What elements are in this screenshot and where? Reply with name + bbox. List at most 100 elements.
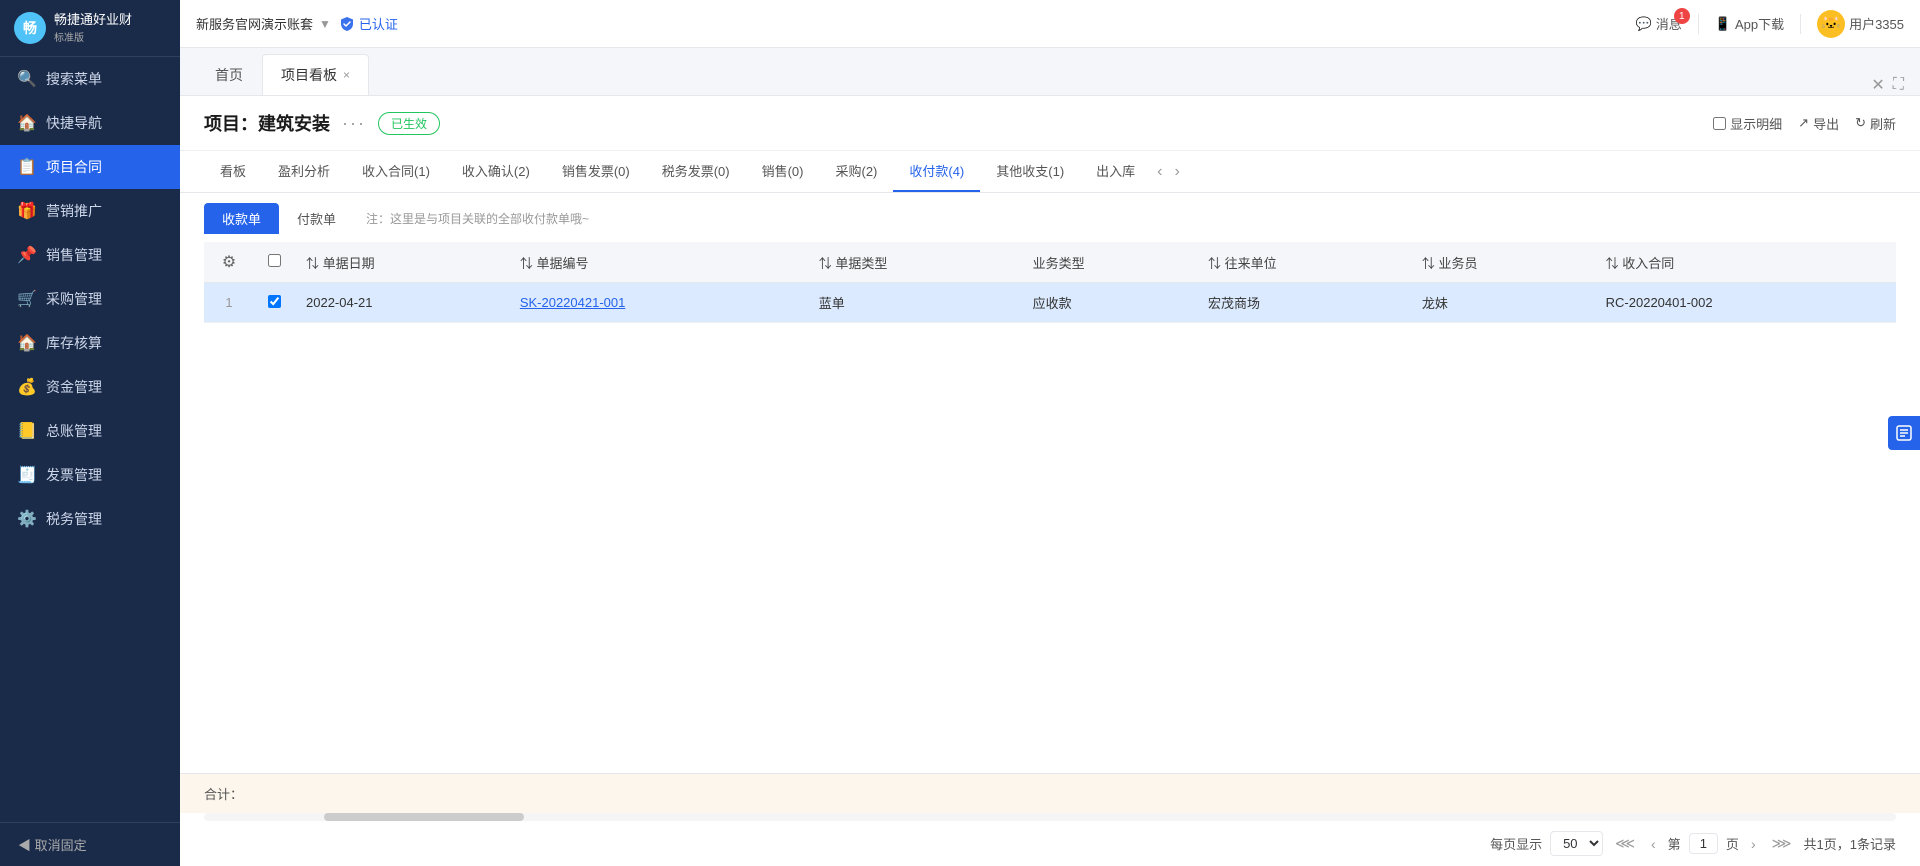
sort-icon3: ⇅ — [819, 256, 836, 271]
messages-button[interactable]: 💬 消息 1 — [1636, 14, 1682, 33]
tab-home[interactable]: 首页 — [196, 54, 262, 95]
sub-tab-pay[interactable]: 付款单 — [279, 203, 354, 234]
th-income-contract[interactable]: ⇅ 收入合同 — [1594, 242, 1896, 283]
th-salesperson[interactable]: ⇅ 业务员 — [1410, 242, 1594, 283]
table-row[interactable]: 1 2022-04-21 SK-20220421-001 蓝单 应收款 宏茂商场… — [204, 283, 1896, 323]
mobile-icon: 📱 — [1715, 16, 1731, 32]
nav-tab-purchase[interactable]: 采购(2) — [819, 151, 893, 192]
tab-actions: ✕ ⛶ — [1871, 75, 1904, 95]
nav-prev-arrow[interactable]: ‹ — [1151, 155, 1168, 189]
nav-tab-inout[interactable]: 出入库 — [1080, 151, 1151, 192]
th-type[interactable]: ⇅ 单据类型 — [807, 242, 1021, 283]
sidebar-item-inventory[interactable]: 🏠 库存核算 — [0, 321, 180, 365]
app-download-button[interactable]: 📱 App下载 — [1715, 14, 1784, 33]
project-header: 项目：建筑安装 ··· 已生效 显示明细 ↗ 导出 ↻ 刷新 — [180, 96, 1920, 151]
unpin-label: ◀ 取消固定 — [18, 835, 87, 854]
sidebar-item-search[interactable]: 🔍 搜索菜单 — [0, 57, 180, 101]
sidebar-item-quick-nav[interactable]: 🏠 快捷导航 — [0, 101, 180, 145]
chevron-down-icon: ▼ — [319, 17, 331, 31]
nav-tab-tax-invoice[interactable]: 税务发票(0) — [646, 151, 746, 192]
sidebar-item-sales-mgmt[interactable]: 📌 销售管理 — [0, 233, 180, 277]
sidebar-item-finance[interactable]: 💰 资金管理 — [0, 365, 180, 409]
main-content: 新服务官网演示账套 ▼ 已认证 💬 消息 1 📱 App下载 — [180, 0, 1920, 866]
page-summary: 共1页，1条记录 — [1804, 834, 1896, 853]
verified-label: 已认证 — [359, 14, 398, 33]
message-icon: 💬 — [1636, 16, 1652, 32]
show-detail-checkbox[interactable]: 显示明细 — [1713, 114, 1782, 133]
gift-icon: 🎁 — [18, 202, 36, 220]
next-page-button[interactable]: › — [1747, 834, 1760, 854]
show-detail-input[interactable] — [1713, 117, 1726, 130]
nav-tab-kanban[interactable]: 看板 — [204, 151, 262, 192]
close-window-button[interactable]: ✕ — [1871, 75, 1884, 95]
sidebar-item-ledger[interactable]: 📒 总账管理 — [0, 409, 180, 453]
select-all-checkbox[interactable] — [268, 254, 281, 267]
divider — [1698, 14, 1699, 34]
logo-subtitle: 标准版 — [54, 29, 132, 44]
sidebar-item-label: 库存核算 — [46, 333, 102, 353]
prev-page-button[interactable]: ‹ — [1647, 834, 1660, 854]
export-icon: ↗ — [1798, 115, 1809, 131]
sidebar-item-label: 搜索菜单 — [46, 69, 102, 89]
sidebar-item-label: 销售管理 — [46, 245, 102, 265]
table-container: ⚙ ⇅ 单据日期 ⇅ 单据编号 — [180, 234, 1920, 773]
tab-project-board[interactable]: 项目看板 × — [262, 54, 369, 95]
th-partner[interactable]: ⇅ 往来单位 — [1196, 242, 1410, 283]
nav-tab-profit[interactable]: 盈利分析 — [262, 151, 346, 192]
refresh-button[interactable]: ↻ 刷新 — [1855, 114, 1896, 133]
project-label: 项目：建筑安装 — [204, 110, 330, 136]
horizontal-scrollbar[interactable] — [204, 813, 1896, 821]
sub-tab-receive[interactable]: 收款单 — [204, 203, 279, 234]
nav-tab-income-confirm[interactable]: 收入确认(2) — [446, 151, 546, 192]
nav-tab-sales[interactable]: 销售(0) — [746, 151, 820, 192]
sidebar-item-label: 项目合同 — [46, 157, 102, 177]
sidebar: 畅 畅捷通好业财 标准版 🔍 搜索菜单 🏠 快捷导航 📋 项目合同 🎁 营销推广… — [0, 0, 180, 866]
row-number[interactable]: SK-20220421-001 — [508, 283, 807, 323]
sidebar-item-purchase-mgmt[interactable]: 🛒 采购管理 — [0, 277, 180, 321]
account-selector[interactable]: 新服务官网演示账套 ▼ — [196, 14, 331, 33]
last-page-button[interactable]: ⋙ — [1768, 833, 1796, 854]
doc-number-link[interactable]: SK-20220421-001 — [520, 295, 626, 310]
refresh-icon: ↻ — [1855, 115, 1866, 131]
user-button[interactable]: 🐱 用户3355 — [1817, 10, 1904, 38]
tab-close-icon[interactable]: × — [343, 68, 350, 82]
sidebar-item-label: 税务管理 — [46, 509, 102, 529]
per-page-select[interactable]: 50 — [1550, 831, 1603, 856]
row-income-contract: RC-20220401-002 — [1594, 283, 1896, 323]
sidebar-item-label: 营销推广 — [46, 201, 102, 221]
sub-tabs: 收款单 付款单 注：这里是与项目关联的全部收付款单哦~ — [180, 193, 1920, 234]
scrollbar-thumb[interactable] — [324, 813, 524, 821]
tab-home-label: 首页 — [215, 65, 243, 85]
nav-tab-other-expense[interactable]: 其他收支(1) — [980, 151, 1080, 192]
divider2 — [1800, 14, 1801, 34]
logo-icon: 畅 — [14, 12, 46, 44]
sidebar-unpin-button[interactable]: ◀ 取消固定 — [0, 822, 180, 866]
th-number[interactable]: ⇅ 单据编号 — [508, 242, 807, 283]
row-checkbox[interactable] — [254, 283, 294, 323]
side-float-button[interactable] — [1888, 416, 1920, 450]
receipt-icon: 🧾 — [18, 466, 36, 484]
row-salesperson: 龙妹 — [1410, 283, 1594, 323]
export-button[interactable]: ↗ 导出 — [1798, 114, 1839, 133]
status-badge: 已生效 — [378, 112, 440, 135]
sidebar-item-project-contract[interactable]: 📋 项目合同 — [0, 145, 180, 189]
sidebar-item-invoice[interactable]: 🧾 发票管理 — [0, 453, 180, 497]
nav-tab-payment[interactable]: 收付款(4) — [893, 151, 980, 192]
home-icon: 🏠 — [18, 114, 36, 132]
nav-tab-income-contract[interactable]: 收入合同(1) — [346, 151, 446, 192]
search-icon: 🔍 — [18, 70, 36, 88]
sort-icon: ⇅ — [306, 256, 323, 271]
nav-next-arrow[interactable]: › — [1169, 155, 1186, 189]
more-options-button[interactable]: ··· — [342, 113, 366, 134]
project-header-actions: 显示明细 ↗ 导出 ↻ 刷新 — [1713, 114, 1896, 133]
sidebar-item-marketing[interactable]: 🎁 营销推广 — [0, 189, 180, 233]
th-date[interactable]: ⇅ 单据日期 — [294, 242, 508, 283]
settings-icon[interactable]: ⚙ — [222, 254, 236, 271]
sidebar-item-tax[interactable]: ⚙️ 税务管理 — [0, 497, 180, 541]
th-biz-type: 业务类型 — [1021, 242, 1196, 283]
row-select-checkbox[interactable] — [268, 295, 281, 308]
nav-tab-sales-invoice[interactable]: 销售发票(0) — [546, 151, 646, 192]
maximize-button[interactable]: ⛶ — [1893, 76, 1904, 94]
th-settings[interactable]: ⚙ — [204, 242, 254, 283]
first-page-button[interactable]: ⋘ — [1611, 833, 1639, 854]
